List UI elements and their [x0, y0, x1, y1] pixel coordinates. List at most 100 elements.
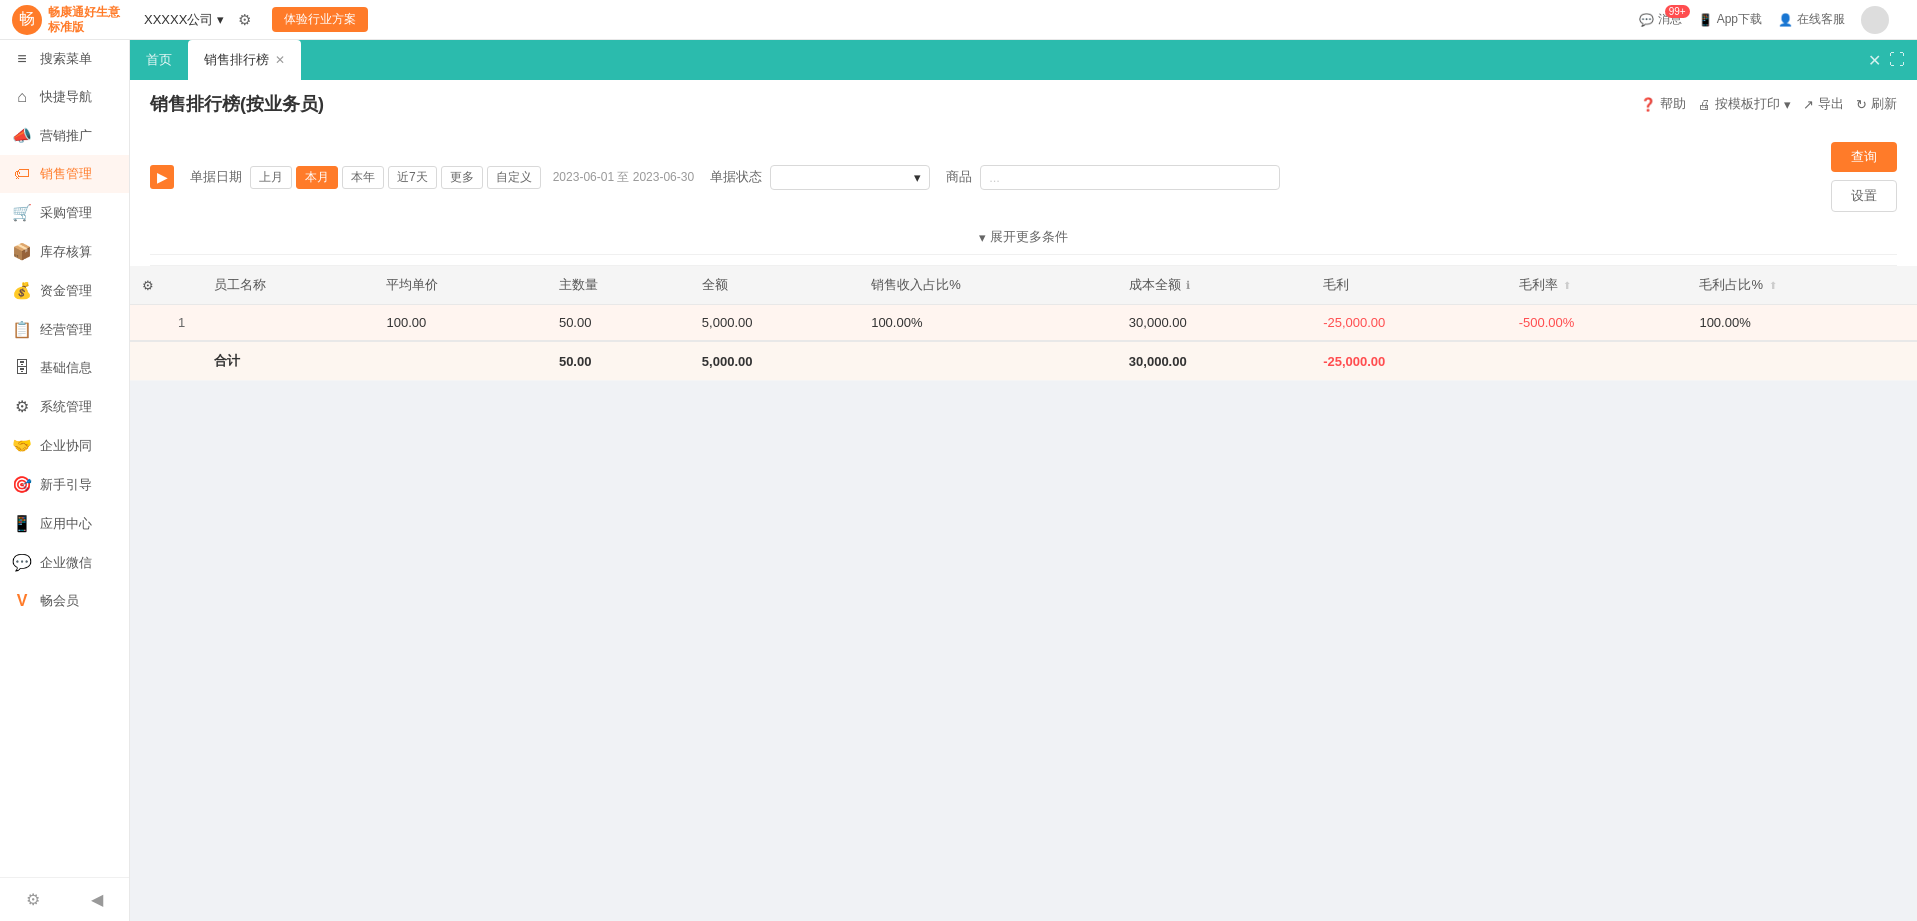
- purchase-icon: 🛒: [12, 203, 32, 222]
- date-btn-custom[interactable]: 自定义: [487, 166, 541, 189]
- date-btn-more[interactable]: 更多: [441, 166, 483, 189]
- sidebar-item-inventory[interactable]: 📦 库存核算: [0, 232, 129, 271]
- goods-input[interactable]: ...: [980, 165, 1280, 190]
- date-btn-7days[interactable]: 近7天: [388, 166, 437, 189]
- cell-avg-price: 100.00: [374, 305, 546, 342]
- print-dropdown-icon: ▾: [1784, 97, 1791, 112]
- sidebar-item-purchase[interactable]: 🛒 采购管理: [0, 193, 129, 232]
- company-name: XXXXX公司: [144, 11, 213, 29]
- sidebar-item-label: 企业协同: [40, 437, 92, 455]
- cost-info-icon[interactable]: ℹ: [1186, 279, 1190, 291]
- sidebar-item-quick-nav[interactable]: ⌂ 快捷导航: [0, 78, 129, 116]
- settings-gear-button[interactable]: ⚙: [232, 8, 256, 32]
- sidebar-item-marketing[interactable]: 📣 营销推广: [0, 116, 129, 155]
- table-row: 1 100.00 50.00 5,000.00 100.00% 30,000.0…: [130, 305, 1917, 342]
- company-dropdown-arrow[interactable]: ▾: [217, 12, 224, 27]
- sidebar-item-app-center[interactable]: 📱 应用中心: [0, 504, 129, 543]
- date-btn-last-month[interactable]: 上月: [250, 166, 292, 189]
- sidebar-item-member[interactable]: V 畅会员: [0, 582, 129, 620]
- col-gross-margin[interactable]: 毛利率 ⬆: [1507, 266, 1688, 305]
- help-icon: ❓: [1640, 97, 1656, 112]
- refresh-button[interactable]: ↻ 刷新: [1856, 95, 1897, 113]
- sidebar-item-label: 营销推广: [40, 127, 92, 145]
- gross-margin-sort-icon: ⬆: [1563, 280, 1571, 291]
- sidebar: ≡ 搜索菜单 ⌂ 快捷导航 📣 营销推广 🏷 销售管理 🛒 采购管理 📦 库: [0, 40, 130, 921]
- sidebar-settings-btn[interactable]: ⚙: [18, 886, 48, 913]
- sidebar-item-system[interactable]: ⚙ 系统管理: [0, 387, 129, 426]
- export-button[interactable]: ↗ 导出: [1803, 95, 1844, 113]
- col-main-qty: 主数量: [547, 266, 690, 305]
- cell-main-qty: 50.00: [547, 305, 690, 342]
- expand-more-button[interactable]: ▾ 展开更多条件: [979, 228, 1068, 246]
- sidebar-item-label: 企业微信: [40, 554, 92, 572]
- footer-sales-pct: [859, 341, 1117, 381]
- status-filter: 单据状态 ▾: [710, 165, 930, 190]
- query-button[interactable]: 查询: [1831, 142, 1897, 172]
- filter-toggle-btn[interactable]: ▶: [150, 165, 174, 189]
- filter-row: ▶ 单据日期 上月 本月 本年 近7天 更多 自定义: [150, 142, 1897, 212]
- marketing-icon: 📣: [12, 126, 32, 145]
- sidebar-item-label: 采购管理: [40, 204, 92, 222]
- date-btn-this-year[interactable]: 本年: [342, 166, 384, 189]
- app-download-button[interactable]: 📱 App下载: [1698, 11, 1762, 28]
- sidebar-item-enterprise[interactable]: 🤝 企业协同: [0, 426, 129, 465]
- tab-sales-rank[interactable]: 销售排行榜 ✕: [188, 40, 301, 80]
- sidebar-item-label: 快捷导航: [40, 88, 92, 106]
- tab-close-btn[interactable]: ✕: [275, 53, 285, 67]
- app-center-icon: 📱: [12, 514, 32, 533]
- trial-industry-button[interactable]: 体验行业方案: [272, 7, 368, 32]
- system-icon: ⚙: [12, 397, 32, 416]
- date-btn-this-month[interactable]: 本月: [296, 166, 338, 189]
- sidebar-item-guide[interactable]: 🎯 新手引导: [0, 465, 129, 504]
- avatar[interactable]: [1861, 6, 1889, 34]
- sidebar-collapse-btn[interactable]: ◀: [83, 886, 111, 913]
- cell-gross-pct: 100.00%: [1687, 305, 1917, 342]
- cell-gross-profit: -25,000.00: [1311, 305, 1507, 342]
- footer-gross-pct: [1687, 341, 1917, 381]
- tab-home[interactable]: 首页: [130, 40, 188, 80]
- date-buttons: 上月 本月 本年 近7天 更多 自定义: [250, 166, 541, 189]
- sidebar-item-label: 资金管理: [40, 282, 92, 300]
- sidebar-item-label: 搜索菜单: [40, 50, 92, 68]
- status-select[interactable]: ▾: [770, 165, 930, 190]
- sidebar-item-operations[interactable]: 📋 经营管理: [0, 310, 129, 349]
- online-service-button[interactable]: 👤 在线客服: [1778, 11, 1845, 28]
- sidebar-item-sales-mgmt[interactable]: 🏷 销售管理: [0, 155, 129, 193]
- col-gross-pct[interactable]: 毛利占比% ⬆: [1687, 266, 1917, 305]
- tab-close-all-btn[interactable]: ✕: [1868, 51, 1881, 70]
- notification-button[interactable]: 💬 消息 99+: [1639, 11, 1682, 28]
- footer-avg-price: [374, 341, 546, 381]
- tab-bar: 首页 销售排行榜 ✕ ✕ ⛶: [130, 40, 1917, 80]
- page-actions: ❓ 帮助 🖨 按模板打印 ▾ ↗ 导出: [1640, 95, 1897, 113]
- sales-icon: 🏷: [12, 165, 32, 183]
- export-icon: ↗: [1803, 97, 1814, 112]
- col-settings[interactable]: ⚙: [130, 266, 166, 305]
- wechat-icon: 💬: [12, 553, 32, 572]
- refresh-icon: ↻: [1856, 97, 1867, 112]
- footer-row: 合计 50.00 5,000.00 30,000.00 -25,000.00: [130, 341, 1917, 381]
- company-selector[interactable]: XXXXX公司 ▾: [144, 11, 224, 29]
- sidebar-item-wechat[interactable]: 💬 企业微信: [0, 543, 129, 582]
- cell-rank: 1: [166, 305, 202, 342]
- table-settings-icon[interactable]: ⚙: [142, 278, 154, 293]
- footer-gross-margin: [1507, 341, 1688, 381]
- footer-settings: [130, 341, 166, 381]
- settings-button[interactable]: 设置: [1831, 180, 1897, 212]
- cell-total-amount: 5,000.00: [690, 305, 859, 342]
- col-cost-amount: 成本全额 ℹ: [1117, 266, 1311, 305]
- logo: 畅 畅康通好生意 标准版: [12, 5, 120, 35]
- tab-expand-btn[interactable]: ⛶: [1889, 51, 1905, 69]
- status-label: 单据状态: [710, 168, 762, 186]
- col-employee: 员工名称: [202, 266, 374, 305]
- sidebar-item-fund[interactable]: 💰 资金管理: [0, 271, 129, 310]
- notification-badge: 99+: [1665, 5, 1690, 18]
- footer-total-amount: 5,000.00: [690, 341, 859, 381]
- sidebar-item-label: 销售管理: [40, 165, 92, 183]
- print-button[interactable]: 🖨 按模板打印 ▾: [1698, 95, 1791, 113]
- sidebar-item-basic-info[interactable]: 🗄 基础信息: [0, 349, 129, 387]
- help-button[interactable]: ❓ 帮助: [1640, 95, 1686, 113]
- sidebar-item-search[interactable]: ≡ 搜索菜单: [0, 40, 129, 78]
- goods-label: 商品: [946, 168, 972, 186]
- member-icon: V: [12, 592, 32, 610]
- footer-label: 合计: [202, 341, 374, 381]
